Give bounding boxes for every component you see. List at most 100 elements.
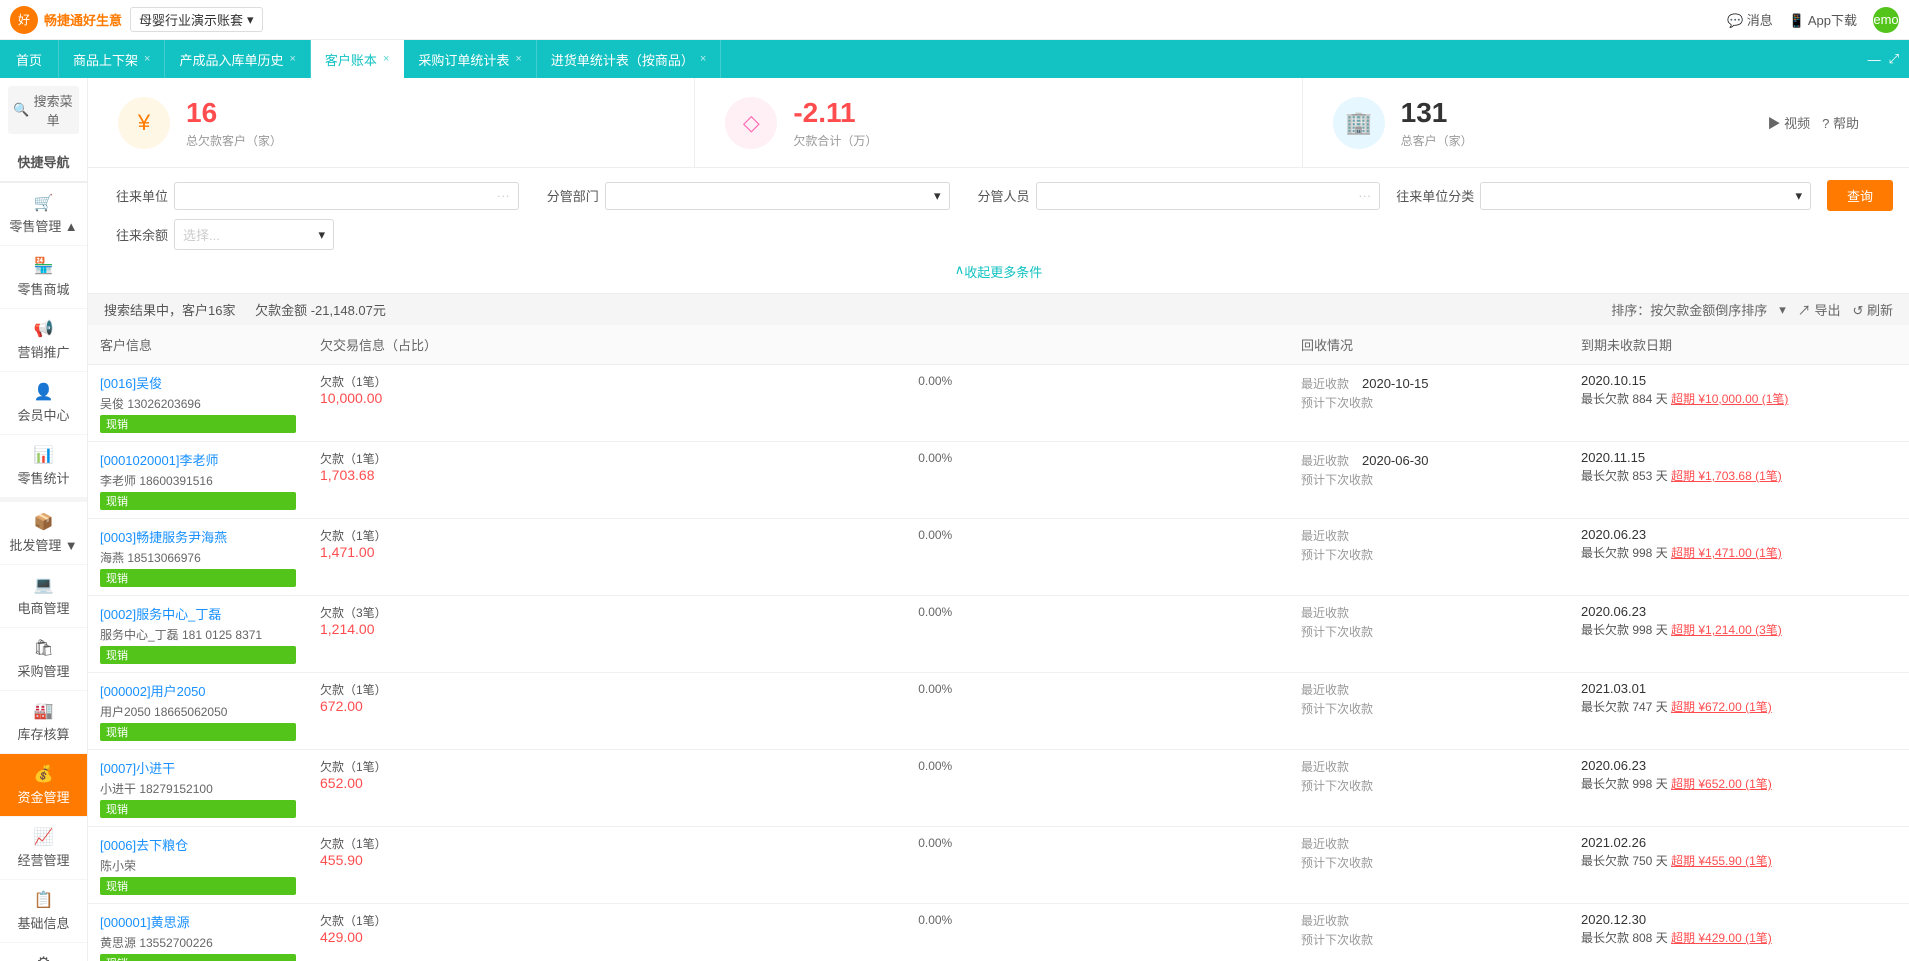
- video-icon: ▶: [1767, 116, 1780, 131]
- search-button[interactable]: 查询: [1827, 180, 1893, 211]
- customer-name-link[interactable]: [0007]小进干: [100, 758, 296, 777]
- debt-amount-link[interactable]: 1,703.68: [320, 467, 375, 483]
- customer-name-link[interactable]: [0016]吴俊: [100, 373, 296, 392]
- last-collect-label: 最近收款 2020-06-30: [1301, 450, 1557, 469]
- tab-purchase-order[interactable]: 采购订单统计表 ×: [404, 40, 536, 78]
- sidebar-item-finance[interactable]: 💰 资金管理: [0, 754, 87, 817]
- help-btn[interactable]: ? 帮助: [1822, 113, 1859, 132]
- stats-actions: ▶ 视频 ? 帮助: [1747, 113, 1879, 132]
- video-btn[interactable]: ▶ 视频: [1767, 113, 1810, 132]
- overdue-link[interactable]: 超期 ¥429.00 (1笔): [1671, 931, 1772, 945]
- due-date-cell-3: 2020.06.23 最长欠款 998 天 超期 ¥1,214.00 (3笔): [1569, 596, 1909, 673]
- recover-cell-3: 最近收款 预计下次收款: [1289, 596, 1569, 673]
- debt-count: 欠款（1笔）: [320, 835, 894, 852]
- sidebar-item-retail-stats[interactable]: 📊 零售统计: [0, 435, 87, 498]
- app-download-btn[interactable]: 📱 App下载: [1789, 10, 1857, 29]
- recover-cell-2: 最近收款 预计下次收款: [1289, 519, 1569, 596]
- sidebar-item-retail-store[interactable]: 🏪 零售商城: [0, 246, 87, 309]
- message-btn[interactable]: 💬 消息: [1727, 10, 1773, 29]
- sidebar-item-base-info[interactable]: 📋 基础信息: [0, 880, 87, 943]
- search-menu-btn[interactable]: 🔍 搜索菜单: [8, 86, 79, 134]
- debt-amount-link[interactable]: 10,000.00: [320, 390, 382, 406]
- customer-phone: 吴俊 13026203696: [100, 395, 296, 412]
- source-unit-input[interactable]: ···: [174, 182, 519, 210]
- sidebar-item-operations[interactable]: 📈 经营管理: [0, 817, 87, 880]
- tab-label: 客户账本: [325, 50, 377, 69]
- table-row: [0016]吴俊 吴俊 13026203696 现销 欠款（1笔） 10,000…: [88, 365, 1909, 442]
- debt-amount-link[interactable]: 652.00: [320, 775, 363, 791]
- customer-name-link[interactable]: [000001]黄思源: [100, 912, 296, 931]
- sort-label[interactable]: 排序：按欠款金额倒序排序: [1611, 300, 1767, 319]
- debt-amount-link[interactable]: 429.00: [320, 929, 363, 945]
- sidebar-item-batch-mgmt[interactable]: 📦 批发管理 ▼: [0, 502, 87, 565]
- customer-name-link[interactable]: [0003]畅捷服务尹海燕: [100, 527, 296, 546]
- sidebar-item-marketing[interactable]: 📢 营销推广: [0, 309, 87, 372]
- close-icon[interactable]: ×: [289, 53, 295, 65]
- branch-dept-select[interactable]: ▾: [605, 182, 950, 210]
- debt-amount-link[interactable]: 1,214.00: [320, 621, 375, 637]
- customer-name-link[interactable]: [0006]去下粮仓: [100, 835, 296, 854]
- branch-person-input[interactable]: ···: [1036, 182, 1381, 210]
- sidebar-item-ecommerce[interactable]: 💻 电商管理: [0, 565, 87, 628]
- close-icon[interactable]: ×: [700, 53, 706, 65]
- tab-produce-history[interactable]: 产成品入库单历史 ×: [165, 40, 310, 78]
- overdue-link[interactable]: 超期 ¥1,214.00 (3笔): [1671, 623, 1782, 637]
- debt-count: 欠款（1笔）: [320, 373, 894, 390]
- overdue-link[interactable]: 超期 ¥1,471.00 (1笔): [1671, 546, 1782, 560]
- avatar[interactable]: demo2: [1873, 7, 1899, 33]
- last-collect-label: 最近收款: [1301, 912, 1557, 929]
- table-row: [000001]黄思源 黄思源 13552700226 现销 欠款（1笔） 42…: [88, 904, 1909, 961]
- sidebar-item-system[interactable]: ⚙ 系统管理: [0, 943, 87, 961]
- balance-select[interactable]: 选择... ▾: [174, 219, 334, 250]
- stat-debt-amount: ◇ -2.11 欠款合计（万）: [695, 78, 1302, 167]
- close-icon[interactable]: ×: [144, 53, 150, 65]
- debt-percent: 0.00%: [918, 682, 952, 696]
- sidebar-item-retail-mgmt[interactable]: 🛒 零售管理 ▲: [0, 183, 87, 246]
- collapse-btn[interactable]: ∧ 收起更多条件: [104, 258, 1893, 285]
- sidebar-search: 🔍 搜索菜单: [0, 78, 87, 142]
- tab-products-off[interactable]: 商品上下架 ×: [59, 40, 165, 78]
- close-icon[interactable]: ×: [515, 53, 521, 65]
- tab-stock-stats[interactable]: 进货单统计表（按商品） ×: [537, 40, 721, 78]
- debt-amount-link[interactable]: 672.00: [320, 698, 363, 714]
- overdue-link[interactable]: 超期 ¥672.00 (1笔): [1671, 700, 1772, 714]
- sidebar-item-member[interactable]: 👤 会员中心: [0, 372, 87, 435]
- customer-tag: 现销: [100, 646, 296, 664]
- due-date-cell-7: 2020.12.30 最长欠款 808 天 超期 ¥429.00 (1笔): [1569, 904, 1909, 961]
- th-recover: 回收情况: [1289, 325, 1569, 365]
- customer-name-link[interactable]: [0001020001]李老师: [100, 450, 296, 469]
- export-btn[interactable]: ↗ 导出: [1798, 300, 1841, 319]
- customer-tag: 现销: [100, 569, 296, 587]
- debt-percent: 0.00%: [918, 528, 952, 542]
- minimize-icon[interactable]: —: [1868, 52, 1881, 67]
- table-row: [0002]服务中心_丁磊 服务中心_丁磊 181 0125 8371 现销 欠…: [88, 596, 1909, 673]
- customer-phone: 服务中心_丁磊 181 0125 8371: [100, 626, 296, 643]
- tab-home[interactable]: 首页: [0, 40, 59, 78]
- retail-stats-icon: 📊: [8, 445, 79, 465]
- overdue-link[interactable]: 超期 ¥10,000.00 (1笔): [1671, 392, 1788, 406]
- filter-source-category: 往来单位分类 ▾: [1396, 182, 1811, 210]
- tab-customer-account[interactable]: 客户账本 ×: [311, 40, 404, 78]
- sidebar: 🔍 搜索菜单 快捷导航 🛒 零售管理 ▲ 🏪 零售商城 📢 营销推广 👤 会员中…: [0, 78, 88, 961]
- debt-amount-link[interactable]: 1,471.00: [320, 544, 375, 560]
- debt-amount-link[interactable]: 455.90: [320, 852, 363, 868]
- debt-percent-cell-0: 0.00%: [906, 365, 1289, 442]
- customer-info-cell-6: [0006]去下粮仓 陈小荣 现销: [88, 827, 308, 904]
- sidebar-item-warehouse[interactable]: 🏭 库存核算: [0, 691, 87, 754]
- overdue-link[interactable]: 超期 ¥455.90 (1笔): [1671, 854, 1772, 868]
- maximize-icon[interactable]: ⤢: [1889, 51, 1899, 67]
- debt-table: 客户信息 欠交易信息（占比） 回收情况 到期未收款日期 [0016]吴俊 吴俊 …: [88, 325, 1909, 961]
- customer-name-link[interactable]: [0002]服务中心_丁磊: [100, 604, 296, 623]
- overdue-link[interactable]: 超期 ¥1,703.68 (1笔): [1671, 469, 1782, 483]
- customer-name-link[interactable]: [000002]用户2050: [100, 681, 296, 700]
- debt-info-cell-7: 欠款（1笔） 429.00: [308, 904, 906, 961]
- refresh-btn[interactable]: ↺ 刷新: [1852, 300, 1893, 319]
- store-selector[interactable]: 母婴行业演示账套 ▾: [130, 7, 263, 32]
- next-collect-label: 预计下次收款: [1301, 471, 1557, 488]
- close-icon[interactable]: ×: [383, 53, 389, 65]
- sidebar-item-purchase[interactable]: 🛍 采购管理: [0, 628, 87, 691]
- source-category-select[interactable]: ▾: [1480, 182, 1811, 210]
- stat-total-customers-details: 131 总客户（家）: [1401, 96, 1473, 150]
- overdue-link[interactable]: 超期 ¥652.00 (1笔): [1671, 777, 1772, 791]
- chevron-down-icon: ▾: [247, 12, 254, 28]
